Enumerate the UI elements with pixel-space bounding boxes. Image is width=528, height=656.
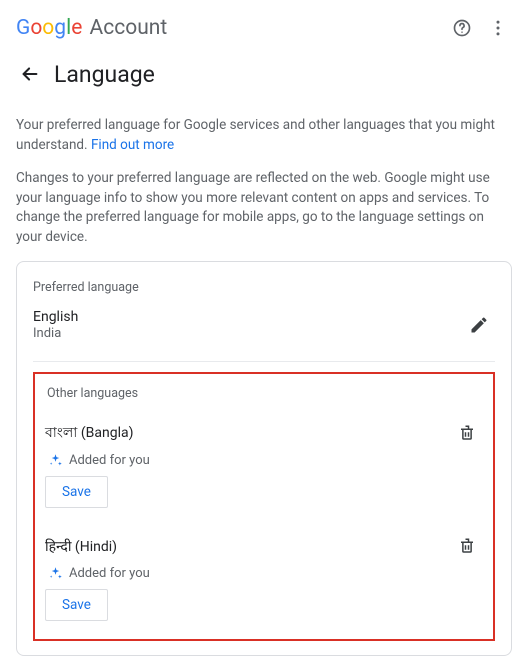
other-language-name: বাংলা (Bangla) <box>45 421 133 445</box>
other-language-item: বাংলা (Bangla) Added for you <box>45 417 483 508</box>
intro-paragraph-1: Your preferred language for Google servi… <box>16 116 512 155</box>
other-languages-label: Other languages <box>47 386 483 401</box>
delete-trash-icon[interactable] <box>451 530 483 562</box>
back-arrow-icon[interactable] <box>16 60 44 88</box>
save-button[interactable]: Save <box>45 476 108 508</box>
preferred-language-label: Preferred language <box>33 280 495 295</box>
find-out-more-link[interactable]: Find out more <box>91 137 174 153</box>
more-vert-icon[interactable] <box>480 10 516 46</box>
google-account-logo: Google Account <box>16 16 167 40</box>
page-title: Language <box>54 61 155 88</box>
preferred-language-region: India <box>33 326 463 341</box>
edit-pencil-icon[interactable] <box>463 309 495 341</box>
other-language-item: हिन्दी (Hindi) Added for you <box>45 530 483 621</box>
added-for-you-label: Added for you <box>69 453 150 468</box>
other-languages-highlight: Other languages বাংলা (Bangla) <box>33 372 495 641</box>
delete-trash-icon[interactable] <box>451 417 483 449</box>
added-for-you-label: Added for you <box>69 566 150 581</box>
sparkle-icon <box>47 565 63 581</box>
other-language-name: हिन्दी (Hindi) <box>45 537 117 556</box>
sparkle-icon <box>47 452 63 468</box>
save-button[interactable]: Save <box>45 589 108 621</box>
language-card: Preferred language English India Other l… <box>16 261 512 656</box>
preferred-language-name: English <box>33 309 463 325</box>
help-icon[interactable] <box>444 10 480 46</box>
intro-paragraph-2: Changes to your preferred language are r… <box>16 169 512 247</box>
